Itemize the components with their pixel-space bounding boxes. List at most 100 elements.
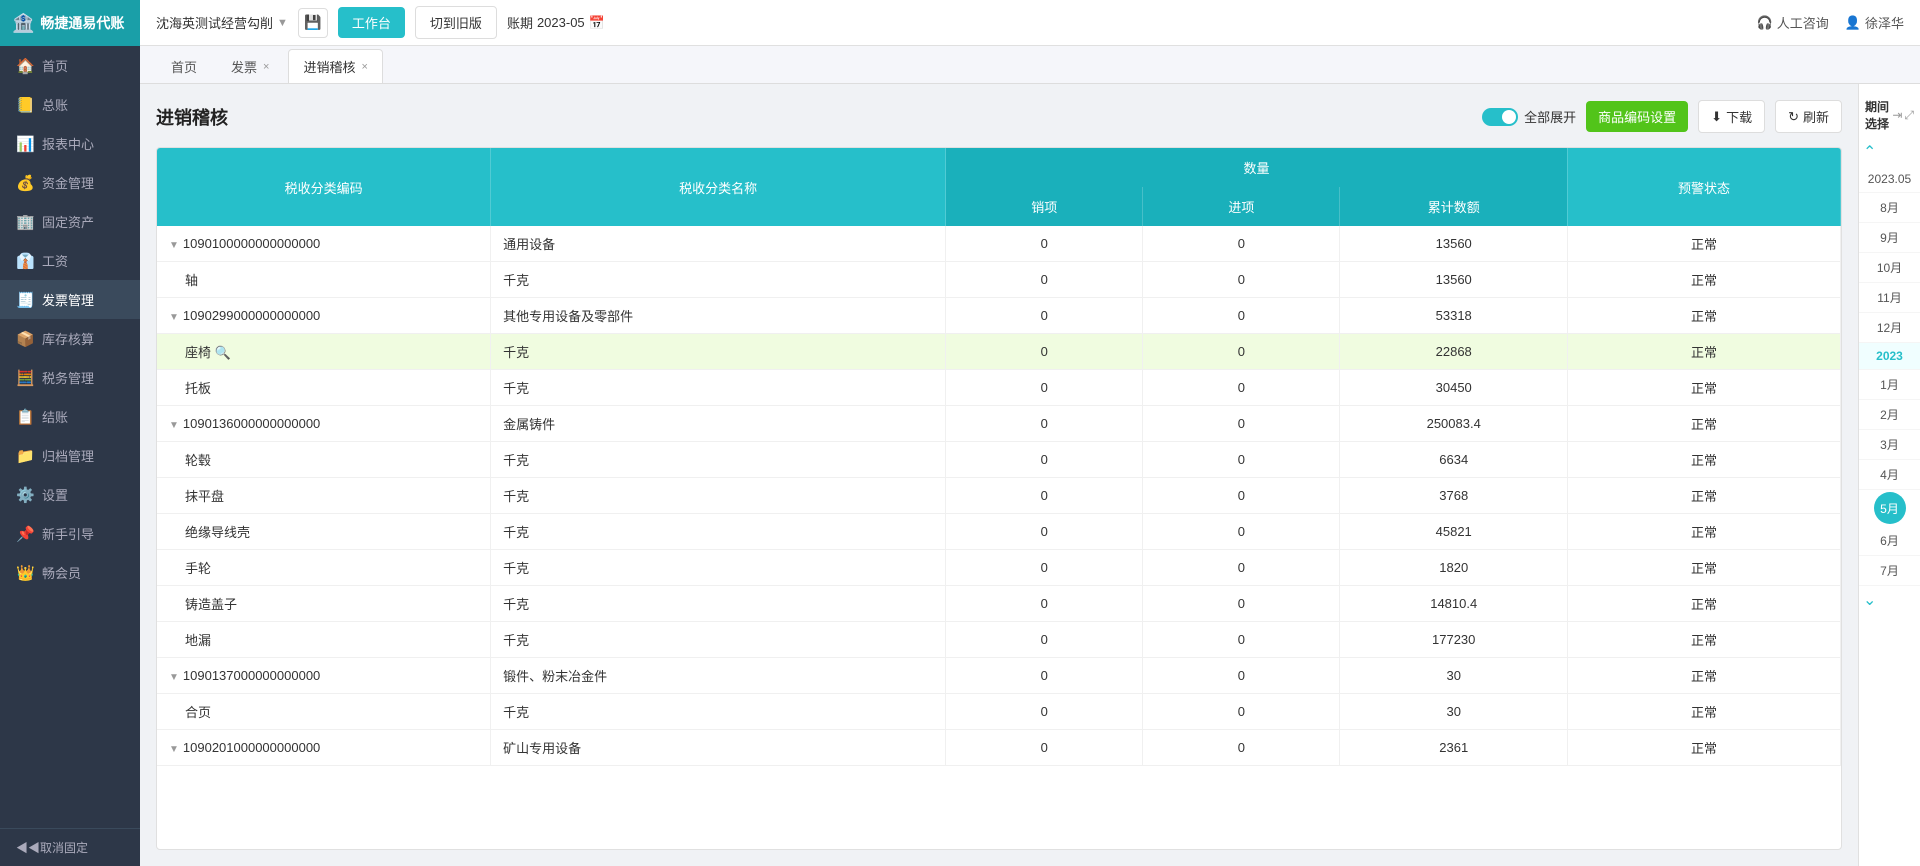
maximize-icon[interactable]: ⤢	[1904, 108, 1914, 123]
month-item[interactable]: 9月	[1859, 223, 1920, 253]
cell-total: 2361	[1340, 730, 1568, 766]
table-row: 绝缘导线壳 千克 0 0 45821 正常	[157, 514, 1841, 550]
sidebar-item-6[interactable]: 🧾发票管理	[0, 280, 140, 319]
sidebar-item-13[interactable]: 👑畅会员	[0, 553, 140, 592]
cell-total: 22868	[1340, 334, 1568, 370]
sidebar-label-5: 工资	[42, 251, 68, 270]
cell-total: 14810.4	[1340, 586, 1568, 622]
cell-name: 轮毂	[157, 442, 491, 478]
workspace-button[interactable]: 工作台	[338, 7, 405, 38]
sidebar-item-2[interactable]: 📊 报表中心	[0, 124, 140, 163]
tab-reconcile[interactable]: 进销稽核 ×	[288, 49, 382, 83]
month-item[interactable]: 6月	[1859, 526, 1920, 556]
month-item[interactable]: 2月	[1859, 400, 1920, 430]
sidebar-icon-2: 📊	[16, 135, 34, 153]
sidebar-label-11: 设置	[42, 485, 68, 504]
sidebar-nav: 🏠首页📒总账📊报表中心💰资金管理🏢固定资产👔工资🧾发票管理📦库存核算🧮税务管理📋…	[0, 46, 140, 828]
expand-icon[interactable]: ▼	[169, 672, 179, 683]
month-item[interactable]: 7月	[1859, 556, 1920, 586]
active-month-item[interactable]: 5月	[1874, 492, 1906, 524]
cell-unit: 千克	[491, 586, 946, 622]
scroll-down-icon[interactable]: ⌄	[1859, 586, 1920, 614]
scroll-up-icon[interactable]: ⌃	[1859, 138, 1920, 166]
tab-reconcile-close[interactable]: ×	[361, 61, 367, 73]
expand-toggle[interactable]	[1482, 108, 1518, 126]
expand-icon[interactable]: ▼	[169, 312, 179, 323]
col-quantity-header: 数量	[946, 148, 1568, 187]
refresh-button[interactable]: ↻ 刷新	[1775, 100, 1842, 133]
month-item[interactable]: 11月	[1859, 283, 1920, 313]
cell-sale: 0	[946, 442, 1143, 478]
cell-status: 正常	[1567, 514, 1840, 550]
table-row: 托板 千克 0 0 30450 正常	[157, 370, 1841, 406]
period-selector[interactable]: 账期 2023-05 📅	[507, 13, 605, 32]
cell-sale: 0	[946, 262, 1143, 298]
company-selector[interactable]: 沈海英测试经营勾削 ▼	[156, 13, 288, 32]
sidebar-icon-9: 📋	[16, 408, 34, 426]
table-row: 抹平盘 千克 0 0 3768 正常	[157, 478, 1841, 514]
right-panel: 期间选择 ⇥ ⤢ ⌃2023.058月9月10月11月12月20231月2月3月…	[1858, 84, 1920, 866]
service-button[interactable]: 🎧 人工咨询	[1757, 13, 1829, 32]
cell-purchase: 0	[1143, 730, 1340, 766]
month-item[interactable]: 4月	[1859, 460, 1920, 490]
product-code-button[interactable]: 商品编码设置	[1586, 101, 1688, 132]
sidebar-item-7[interactable]: 📦库存核算	[0, 319, 140, 358]
table-row: 合页 千克 0 0 30 正常	[157, 694, 1841, 730]
tab-invoice[interactable]: 发票 ×	[216, 49, 284, 83]
table-row: ▼1090100000000000000 通用设备 0 0 13560 正常	[157, 226, 1841, 262]
sidebar-icon-4: 🏢	[16, 213, 34, 231]
month-item[interactable]: 8月	[1859, 193, 1920, 223]
search-icon[interactable]: 🔍	[215, 345, 231, 360]
sidebar-item-12[interactable]: 📌新手引导	[0, 514, 140, 553]
expand-icon[interactable]: ▼	[169, 420, 179, 431]
expand-icon[interactable]: ▼	[169, 744, 179, 755]
tab-reconcile-label: 进销稽核	[303, 57, 355, 76]
sidebar-footer[interactable]: ◀◀取消固定	[0, 828, 140, 866]
sidebar-item-11[interactable]: ⚙️设置	[0, 475, 140, 514]
sidebar-item-9[interactable]: 📋结账	[0, 397, 140, 436]
sidebar-icon-0: 🏠	[16, 57, 34, 75]
download-label: 下载	[1726, 107, 1752, 126]
expand-icon[interactable]: ▼	[169, 240, 179, 251]
sidebar-item-1[interactable]: 📒总账	[0, 85, 140, 124]
cell-sale: 0	[946, 478, 1143, 514]
sidebar-item-0[interactable]: 🏠首页	[0, 46, 140, 85]
cell-unit: 千克	[491, 262, 946, 298]
sidebar-item-10[interactable]: 📁归档管理	[0, 436, 140, 475]
right-panel-title: 期间选择	[1865, 98, 1892, 132]
period-item[interactable]: 2023.05	[1859, 166, 1920, 193]
table-row: ▼1090201000000000000 矿山专用设备 0 0 2361 正常	[157, 730, 1841, 766]
cell-total: 1820	[1340, 550, 1568, 586]
logo-icon: 🏦	[12, 13, 34, 34]
month-item[interactable]: 3月	[1859, 430, 1920, 460]
sidebar-label-7: 库存核算	[42, 329, 94, 348]
month-item[interactable]: 12月	[1859, 313, 1920, 343]
sidebar-item-4[interactable]: 🏢固定资产	[0, 202, 140, 241]
page-actions: 全部展开 商品编码设置 ⬇ 下载 ↻ 刷新	[1482, 100, 1842, 133]
month-item[interactable]: 1月	[1859, 370, 1920, 400]
col-sale: 销项	[946, 187, 1143, 226]
sidebar-item-5[interactable]: 👔工资	[0, 241, 140, 280]
cell-purchase: 0	[1143, 406, 1340, 442]
cell-sale: 0	[946, 694, 1143, 730]
month-item[interactable]: 10月	[1859, 253, 1920, 283]
cell-code: ▼1090299000000000000	[157, 298, 491, 334]
expand-toggle-label: 全部展开	[1524, 107, 1576, 126]
switch-version-button[interactable]: 切到旧版	[415, 6, 497, 39]
sidebar-item-3[interactable]: 💰资金管理	[0, 163, 140, 202]
cell-total: 3768	[1340, 478, 1568, 514]
download-button[interactable]: ⬇ 下载	[1698, 100, 1765, 133]
user-menu[interactable]: 👤 徐泽华	[1845, 13, 1904, 32]
cell-sale: 0	[946, 226, 1143, 262]
sidebar-label-2: 报表中心	[42, 134, 94, 153]
period-label: 账期	[507, 13, 533, 32]
expand-panel-icon[interactable]: ⇥	[1892, 108, 1902, 122]
cell-sale: 0	[946, 370, 1143, 406]
sidebar-item-8[interactable]: 🧮税务管理	[0, 358, 140, 397]
cell-unit: 千克	[491, 514, 946, 550]
tab-invoice-close[interactable]: ×	[263, 61, 269, 73]
cell-sale: 0	[946, 514, 1143, 550]
save-button[interactable]: 💾	[298, 8, 328, 38]
tab-home[interactable]: 首页	[156, 49, 212, 83]
content-area: 进销稽核 全部展开 商品编码设置 ⬇ 下载 ↻ 刷新	[140, 84, 1858, 866]
